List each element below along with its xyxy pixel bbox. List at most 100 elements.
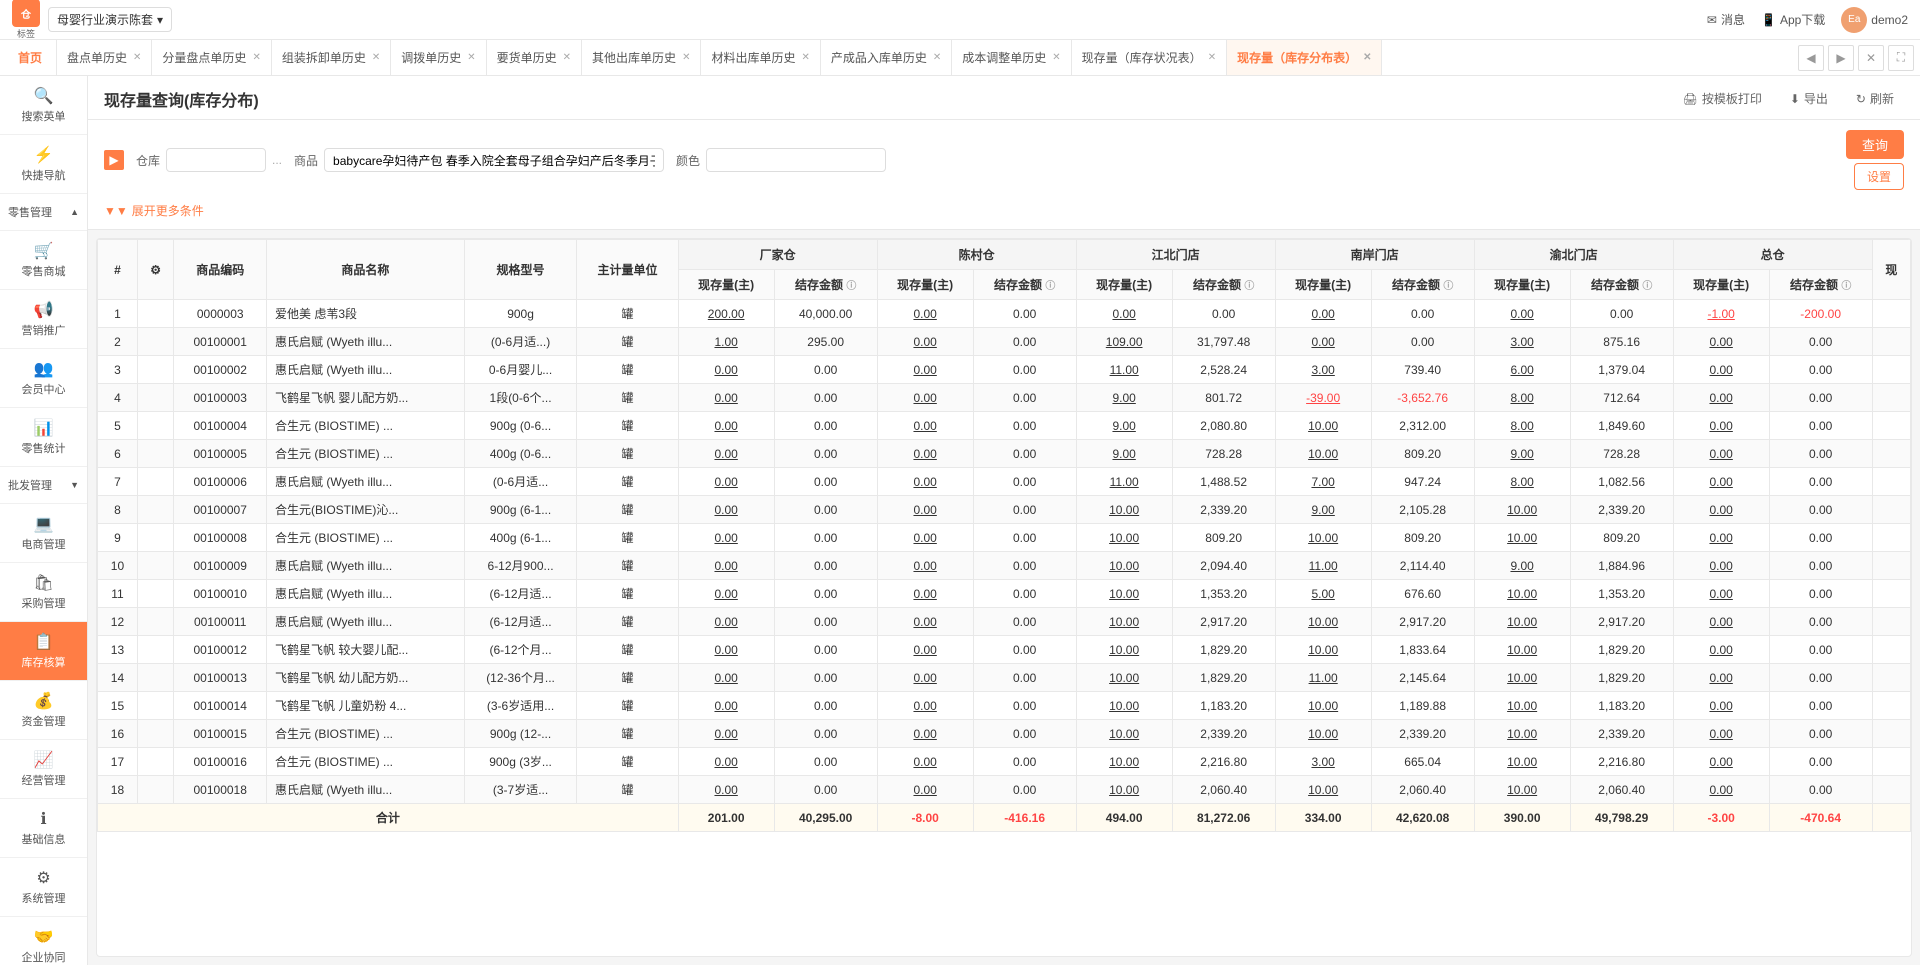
cell-yuibei-cur[interactable]: 10.00 [1474,608,1570,636]
cell-total-cur[interactable]: 0.00 [1673,552,1769,580]
info-icon[interactable]: ⓘ [1642,281,1652,292]
cell-chen-cur[interactable]: 0.00 [877,496,973,524]
cell-yuibei-cur[interactable]: 10.00 [1474,580,1570,608]
sidebar-item-purchase[interactable]: 🛍 采购管理 [0,563,87,622]
cell-factory-cur[interactable]: 0.00 [678,748,774,776]
cell-jiangbei-cur[interactable]: 11.00 [1076,356,1172,384]
cell-total-cur[interactable]: 0.00 [1673,608,1769,636]
sidebar-item-finance[interactable]: 💰 资金管理 [0,681,87,740]
cell-nanan-cur[interactable]: 0.00 [1275,300,1371,328]
cell-nanan-cur[interactable]: 7.00 [1275,468,1371,496]
info-icon[interactable]: ⓘ [1244,281,1254,292]
close-icon[interactable]: ✕ [467,52,475,63]
cell-total-cur[interactable]: 0.00 [1673,748,1769,776]
cell-factory-cur[interactable]: 0.00 [678,524,774,552]
cell-yuibei-cur[interactable]: 8.00 [1474,412,1570,440]
cell-total-cur[interactable]: 0.00 [1673,692,1769,720]
cell-chen-cur[interactable]: 0.00 [877,776,973,804]
cell-yuibei-cur[interactable]: 9.00 [1474,440,1570,468]
sidebar-item-search[interactable]: 🔍 搜索英单 [0,76,87,135]
cell-factory-cur[interactable]: 0.00 [678,440,774,468]
cell-yuibei-cur[interactable]: 8.00 [1474,384,1570,412]
cell-factory-cur[interactable]: 0.00 [678,412,774,440]
cell-chen-cur[interactable]: 0.00 [877,328,973,356]
nav-close-all-btn[interactable]: ✕ [1858,45,1884,71]
cell-chen-cur[interactable]: 0.00 [877,524,973,552]
cell-yuibei-cur[interactable]: 6.00 [1474,356,1570,384]
cell-jiangbei-cur[interactable]: 10.00 [1076,720,1172,748]
cell-factory-cur[interactable]: 0.00 [678,496,774,524]
tab-home[interactable]: 首页 [4,40,57,76]
cell-yuibei-cur[interactable]: 8.00 [1474,468,1570,496]
sidebar-item-ecom[interactable]: 💻 电商管理 [0,504,87,563]
goods-input[interactable] [324,148,664,172]
cell-factory-cur[interactable]: 0.00 [678,608,774,636]
cell-yuibei-cur[interactable]: 10.00 [1474,720,1570,748]
cell-factory-cur[interactable]: 200.00 [678,300,774,328]
cell-nanan-cur[interactable]: 10.00 [1275,720,1371,748]
sidebar-item-nav[interactable]: ⚡ 快捷导航 [0,135,87,194]
cell-nanan-cur[interactable]: 9.00 [1275,496,1371,524]
cell-yuibei-cur[interactable]: 9.00 [1474,552,1570,580]
close-icon[interactable]: ✕ [372,52,380,63]
cell-jiangbei-cur[interactable]: 10.00 [1076,776,1172,804]
nav-next-btn[interactable]: ▶ [1828,45,1854,71]
cell-jiangbei-cur[interactable]: 9.00 [1076,440,1172,468]
cell-nanan-cur[interactable]: 3.00 [1275,748,1371,776]
tab-product-in[interactable]: 产成品入库单历史 ✕ [821,40,952,76]
info-icon[interactable]: ⓘ [1443,281,1453,292]
cell-jiangbei-cur[interactable]: 10.00 [1076,552,1172,580]
cell-factory-cur[interactable]: 0.00 [678,468,774,496]
expand-conditions-btn[interactable]: ▼▼ 展开更多条件 [104,202,204,219]
close-icon[interactable]: ✕ [801,52,809,63]
cell-factory-cur[interactable]: 0.00 [678,552,774,580]
tab-cost-adjust[interactable]: 成本调整单历史 ✕ [952,40,1071,76]
cell-jiangbei-cur[interactable]: 10.00 [1076,608,1172,636]
cell-jiangbei-cur[interactable]: 10.00 [1076,580,1172,608]
cell-yuibei-cur[interactable]: 10.00 [1474,776,1570,804]
tab-transfer[interactable]: 调拨单历史 ✕ [391,40,486,76]
cell-total-cur[interactable]: 0.00 [1673,720,1769,748]
cell-nanan-cur[interactable]: 0.00 [1275,328,1371,356]
cell-nanan-cur[interactable]: 11.00 [1275,552,1371,580]
cell-factory-cur[interactable]: 0.00 [678,580,774,608]
info-icon[interactable]: ⓘ [1841,281,1851,292]
th-gear[interactable]: ⚙ [137,240,174,300]
close-icon[interactable]: ✕ [1208,52,1216,63]
cell-yuibei-cur[interactable]: 0.00 [1474,300,1570,328]
cell-jiangbei-cur[interactable]: 9.00 [1076,412,1172,440]
info-icon[interactable]: ⓘ [1045,281,1055,292]
cell-nanan-cur[interactable]: 10.00 [1275,776,1371,804]
info-icon[interactable]: ⓘ [846,281,856,292]
cell-nanan-cur[interactable]: 10.00 [1275,440,1371,468]
sidebar-item-retail-stats[interactable]: 📊 零售统计 [0,408,87,467]
cell-yuibei-cur[interactable]: 10.00 [1474,748,1570,776]
sidebar-item-wholesale[interactable]: 批发管理 ▼ [0,467,87,504]
sidebar-item-marketing[interactable]: 📢 营销推广 [0,290,87,349]
cell-yuibei-cur[interactable]: 10.00 [1474,692,1570,720]
cell-yuibei-cur[interactable]: 3.00 [1474,328,1570,356]
cell-chen-cur[interactable]: 0.00 [877,356,973,384]
cell-total-cur[interactable]: 0.00 [1673,412,1769,440]
cell-chen-cur[interactable]: 0.00 [877,440,973,468]
message-btn[interactable]: ✉ 消息 [1707,11,1745,28]
cell-jiangbei-cur[interactable]: 10.00 [1076,664,1172,692]
cell-chen-cur[interactable]: 0.00 [877,412,973,440]
cell-nanan-cur[interactable]: 10.00 [1275,692,1371,720]
cell-nanan-cur[interactable]: 10.00 [1275,412,1371,440]
cell-yuibei-cur[interactable]: 10.00 [1474,524,1570,552]
cell-factory-cur[interactable]: 0.00 [678,720,774,748]
sidebar-item-operation[interactable]: 📈 经营管理 [0,740,87,799]
close-icon[interactable]: ✕ [682,52,690,63]
cell-chen-cur[interactable]: 0.00 [877,552,973,580]
sidebar-item-member[interactable]: 👥 会员中心 [0,349,87,408]
nav-expand-btn[interactable]: ⛶ [1888,45,1914,71]
cell-yuibei-cur[interactable]: 10.00 [1474,496,1570,524]
settings-btn[interactable]: 设置 [1854,163,1904,190]
print-btn[interactable]: 🖨 按模板打印 [1673,86,1772,111]
close-icon[interactable]: ✕ [1363,52,1371,63]
cell-nanan-cur[interactable]: 10.00 [1275,608,1371,636]
cell-chen-cur[interactable]: 0.00 [877,580,973,608]
cell-jiangbei-cur[interactable]: 11.00 [1076,468,1172,496]
expand-arrow[interactable]: ▶ [104,150,124,170]
